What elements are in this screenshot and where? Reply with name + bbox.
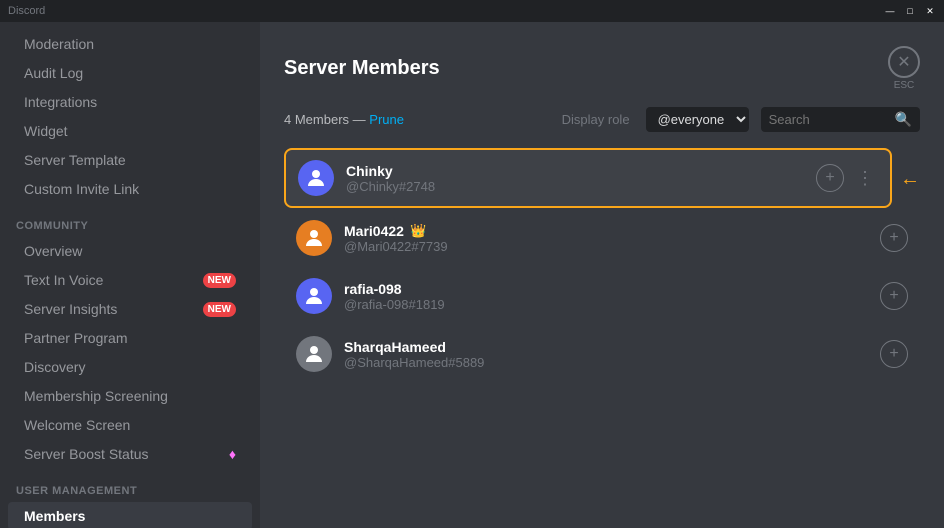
members-list: Chinky @Chinky#2748 + ⋮ ← — [284, 148, 920, 382]
esc-label: ESC — [894, 80, 915, 91]
sidebar-item-label: Membership Screening — [24, 388, 168, 404]
add-role-button[interactable]: + — [880, 340, 908, 368]
sidebar-item-label: Integrations — [24, 94, 97, 110]
avatar — [296, 336, 332, 372]
member-actions: + ⋮ — [816, 164, 878, 193]
member-info: Mari0422 👑 @Mari0422#7739 — [344, 223, 868, 254]
app-title: Discord — [8, 5, 45, 17]
sidebar-item-label: Discovery — [24, 359, 85, 375]
sidebar-item-partner-program[interactable]: Partner Program — [8, 324, 252, 352]
new-badge: NEW — [203, 302, 236, 317]
sidebar-item-membership-screening[interactable]: Membership Screening — [8, 382, 252, 410]
sidebar-item-widget[interactable]: Widget — [8, 117, 252, 145]
esc-button[interactable]: ✕ ESC — [888, 46, 920, 91]
selected-row-wrapper: Chinky @Chinky#2748 + ⋮ ← — [284, 148, 920, 210]
sidebar-item-audit-log[interactable]: Audit Log — [8, 59, 252, 87]
add-role-button[interactable]: + — [880, 224, 908, 252]
page-header: Server Members ✕ ESC — [284, 46, 920, 91]
titlebar: Discord — □ ✕ — [0, 0, 944, 22]
sidebar-item-custom-invite-link[interactable]: Custom Invite Link — [8, 175, 252, 203]
avatar — [298, 160, 334, 196]
member-actions: + — [880, 224, 908, 252]
member-actions: + — [880, 340, 908, 368]
sidebar-item-discovery[interactable]: Discovery — [8, 353, 252, 381]
search-input[interactable] — [769, 112, 889, 127]
sidebar-item-text-in-voice[interactable]: Text In Voice NEW — [8, 266, 252, 294]
member-tag: @rafia-098#1819 — [344, 297, 868, 312]
sidebar-item-label: Server Template — [24, 152, 126, 168]
table-row[interactable]: SharqaHameed @SharqaHameed#5889 + — [284, 326, 920, 382]
search-box: 🔍 — [761, 107, 920, 132]
filter-bar: 4 Members — Prune Display role @everyone… — [284, 107, 920, 132]
table-row[interactable]: Mari0422 👑 @Mari0422#7739 + — [284, 210, 920, 266]
sidebar-item-members[interactable]: Members — [8, 502, 252, 528]
member-name: rafia-098 — [344, 281, 868, 297]
sidebar: Moderation Audit Log Integrations Widget… — [0, 22, 260, 528]
sidebar-item-label: Widget — [24, 123, 68, 139]
user-management-section-label: USER MANAGEMENT — [0, 469, 260, 501]
role-select[interactable]: @everyone — [646, 107, 749, 132]
more-options-button[interactable]: ⋮ — [852, 164, 878, 193]
app-body: Moderation Audit Log Integrations Widget… — [0, 22, 944, 528]
sidebar-item-label: Audit Log — [24, 65, 83, 81]
avatar — [296, 278, 332, 314]
member-name: SharqaHameed — [344, 339, 868, 355]
member-info: SharqaHameed @SharqaHameed#5889 — [344, 339, 868, 370]
sidebar-item-label: Moderation — [24, 36, 94, 52]
esc-circle-icon: ✕ — [888, 46, 920, 78]
search-icon: 🔍 — [895, 111, 912, 128]
add-role-button[interactable]: + — [880, 282, 908, 310]
sidebar-item-label: Server Insights — [24, 301, 117, 317]
member-info: rafia-098 @rafia-098#1819 — [344, 281, 868, 312]
selection-arrow-icon: ← — [900, 168, 920, 191]
member-actions: + — [880, 282, 908, 310]
display-role-label: Display role — [562, 112, 630, 127]
boost-icon: ♦ — [229, 446, 236, 462]
member-tag: @Mari0422#7739 — [344, 239, 868, 254]
sidebar-item-label: Custom Invite Link — [24, 181, 139, 197]
sidebar-item-label: Partner Program — [24, 330, 127, 346]
prune-link[interactable]: Prune — [369, 112, 404, 127]
table-row[interactable]: rafia-098 @rafia-098#1819 + — [284, 268, 920, 324]
new-badge: NEW — [203, 273, 236, 288]
member-info: Chinky @Chinky#2748 — [346, 163, 804, 194]
sidebar-item-label: Welcome Screen — [24, 417, 130, 433]
sidebar-item-moderation[interactable]: Moderation — [8, 30, 252, 58]
main-content: Server Members ✕ ESC 4 Members — Prune D… — [260, 22, 944, 528]
sidebar-item-server-insights[interactable]: Server Insights NEW — [8, 295, 252, 323]
sidebar-item-server-template[interactable]: Server Template — [8, 146, 252, 174]
members-count: 4 Members — Prune — [284, 112, 404, 127]
minimize-button[interactable]: — — [884, 5, 896, 17]
sidebar-item-label: Members — [24, 508, 85, 524]
community-section-label: COMMUNITY — [0, 204, 260, 236]
sidebar-item-overview[interactable]: Overview — [8, 237, 252, 265]
crown-icon: 👑 — [410, 223, 426, 239]
close-button[interactable]: ✕ — [924, 5, 936, 17]
member-tag: @SharqaHameed#5889 — [344, 355, 868, 370]
page-title: Server Members — [284, 57, 440, 80]
table-row[interactable]: Chinky @Chinky#2748 + ⋮ — [284, 148, 892, 208]
maximize-button[interactable]: □ — [904, 5, 916, 17]
member-name: Mari0422 👑 — [344, 223, 868, 239]
sidebar-item-label: Server Boost Status — [24, 446, 149, 462]
sidebar-item-integrations[interactable]: Integrations — [8, 88, 252, 116]
sidebar-item-welcome-screen[interactable]: Welcome Screen — [8, 411, 252, 439]
sidebar-item-server-boost-status[interactable]: Server Boost Status ♦ — [8, 440, 252, 468]
member-name: Chinky — [346, 163, 804, 179]
avatar — [296, 220, 332, 256]
sidebar-item-label: Overview — [24, 243, 82, 259]
add-role-button[interactable]: + — [816, 164, 844, 192]
window-controls: — □ ✕ — [884, 5, 936, 17]
member-tag: @Chinky#2748 — [346, 179, 804, 194]
sidebar-item-label: Text In Voice — [24, 272, 103, 288]
